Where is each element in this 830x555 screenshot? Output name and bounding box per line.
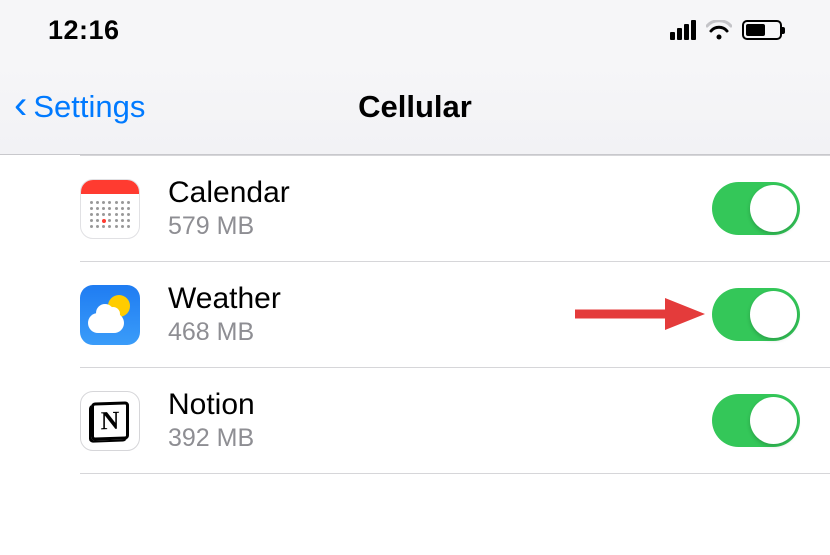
app-name: Weather: [168, 282, 281, 316]
back-label: Settings: [33, 89, 145, 125]
app-cellular-list: Calendar 579 MB Weather 468 MB N Notion …: [0, 155, 830, 474]
page-title: Cellular: [358, 89, 472, 125]
status-bar: 12:16: [0, 0, 830, 60]
status-indicators: [670, 20, 782, 40]
nav-bar: ‹ Settings Cellular: [0, 60, 830, 155]
cellular-signal-icon: [670, 20, 696, 40]
wifi-icon: [706, 20, 732, 40]
list-item[interactable]: Calendar 579 MB: [80, 155, 830, 262]
cellular-toggle[interactable]: [712, 288, 800, 341]
back-button[interactable]: ‹ Settings: [14, 87, 145, 127]
app-data-usage: 579 MB: [168, 212, 290, 241]
cellular-toggle[interactable]: [712, 182, 800, 235]
annotation-arrow-icon: [570, 294, 710, 334]
calendar-app-icon: [80, 179, 140, 239]
notion-app-icon: N: [80, 391, 140, 451]
status-time: 12:16: [48, 15, 120, 46]
app-name: Calendar: [168, 176, 290, 210]
weather-app-icon: [80, 285, 140, 345]
chevron-left-icon: ‹: [14, 85, 27, 125]
app-data-usage: 468 MB: [168, 318, 281, 347]
cellular-toggle[interactable]: [712, 394, 800, 447]
list-item[interactable]: N Notion 392 MB: [80, 368, 830, 474]
list-item[interactable]: Weather 468 MB: [80, 262, 830, 368]
battery-icon: [742, 20, 782, 40]
app-data-usage: 392 MB: [168, 424, 255, 453]
app-name: Notion: [168, 388, 255, 422]
